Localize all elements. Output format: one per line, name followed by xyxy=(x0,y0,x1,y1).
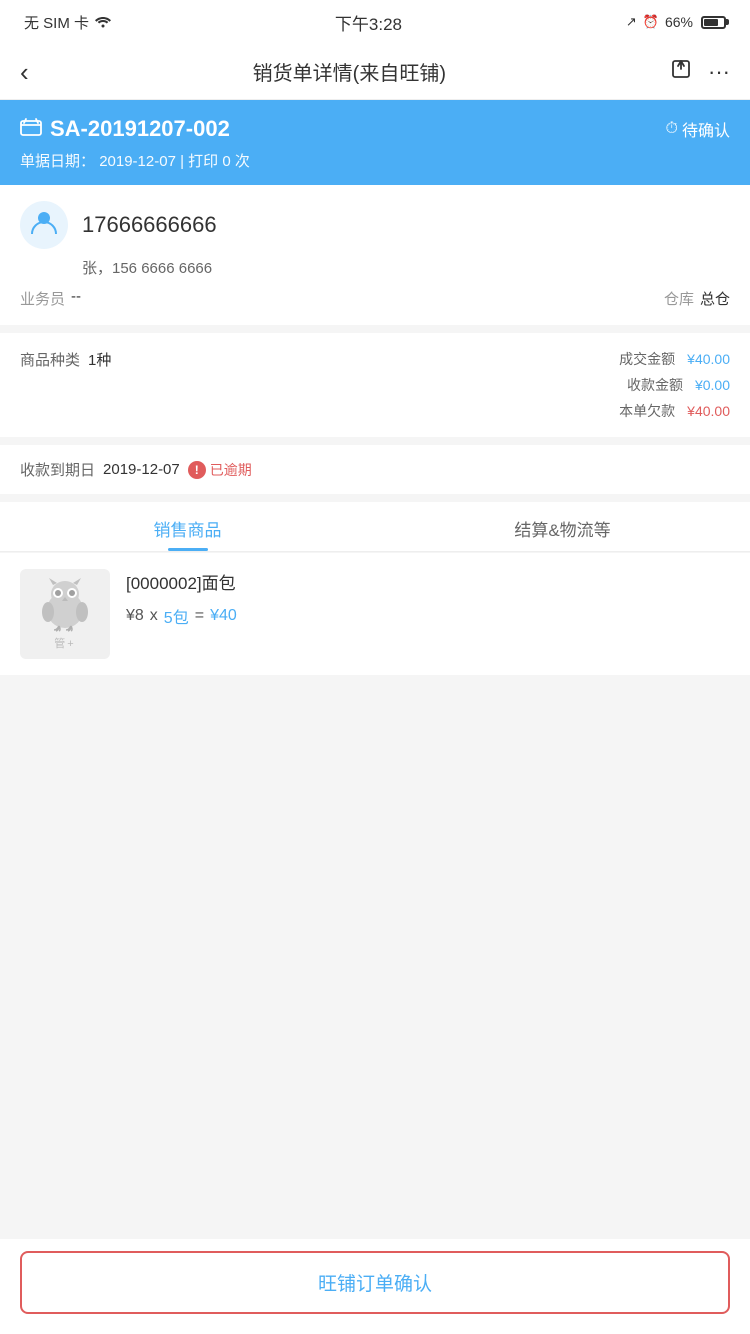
tab-settlement-logistics[interactable]: 结算&物流等 xyxy=(375,502,750,551)
salesperson-item: 业务员 -- xyxy=(20,288,81,309)
avatar xyxy=(20,201,68,249)
due-date-section: 收款到期日 2019-12-07 ! 已逾期 xyxy=(0,445,750,494)
product-price-row: ¥8 x 5包 = ¥40 xyxy=(126,604,730,628)
receipt-amount-label: 收款金额 xyxy=(627,375,683,395)
order-header: SA-20191207-002 ⏱ 待确认 单据日期： 2019-12-07 |… xyxy=(0,100,750,185)
salesperson-value: -- xyxy=(71,288,81,309)
customer-name: 张，156 6666 6666 xyxy=(82,257,730,278)
tab-sales-products[interactable]: 销售商品 xyxy=(0,502,375,551)
due-date-value: 2019-12-07 xyxy=(103,461,180,478)
date-value: 2019-12-07 xyxy=(99,153,176,170)
salesperson-label: 业务员 xyxy=(20,288,65,309)
status-time: 下午3:28 xyxy=(335,10,402,35)
product-item: 管+ [0000002]面包 ¥8 x 5包 = ¥40 xyxy=(0,553,750,675)
receipt-amount-row: 收款金额 ¥0.00 xyxy=(627,375,730,395)
warehouse-value: 总仓 xyxy=(700,288,730,309)
deal-amount-label: 成交金额 xyxy=(619,349,675,369)
product-list: 管+ [0000002]面包 ¥8 x 5包 = ¥40 xyxy=(0,553,750,675)
date-label: 单据日期： xyxy=(20,153,95,170)
deal-amount-row: 成交金额 ¥40.00 xyxy=(619,349,730,369)
owl-logo-icon xyxy=(35,578,95,633)
alarm-icon: ⏰ xyxy=(643,14,659,30)
battery-text: 66% xyxy=(665,14,693,30)
customer-section: 17666666666 张，156 6666 6666 业务员 -- 仓库 总仓 xyxy=(0,185,750,325)
equals-sign: = xyxy=(195,607,204,625)
page-title: 销货单详情(来自旺铺) xyxy=(253,57,446,86)
more-icon[interactable]: ··· xyxy=(708,59,730,85)
print-info: | 打印 0 次 xyxy=(180,153,250,170)
clock-icon: ⏱ xyxy=(666,120,678,138)
overdue-icon: ! xyxy=(188,461,206,479)
debt-label: 本单欠款 xyxy=(619,401,675,421)
category-value: 1种 xyxy=(88,349,111,370)
product-name: [0000002]面包 xyxy=(126,569,730,594)
product-price: ¥8 xyxy=(126,607,144,625)
status-text: 待确认 xyxy=(682,117,730,141)
deal-amount-value: ¥40.00 xyxy=(687,351,730,367)
product-image: 管+ xyxy=(20,569,110,659)
bottom-area xyxy=(0,675,750,905)
multiply-sign: x xyxy=(150,607,158,625)
confirm-order-button[interactable]: 旺铺订单确认 xyxy=(20,1251,730,1314)
back-button[interactable]: ‹ xyxy=(20,59,29,85)
location-icon: ↗ xyxy=(626,14,637,30)
order-status: ⏱ 待确认 xyxy=(666,117,731,141)
carrier-text: 无 SIM 卡 xyxy=(24,12,89,33)
product-info: [0000002]面包 ¥8 x 5包 = ¥40 xyxy=(126,569,730,628)
summary-left: 商品种类 1种 xyxy=(20,349,111,370)
nav-actions: ··· xyxy=(670,58,730,86)
debt-row: 本单欠款 ¥40.00 xyxy=(619,401,730,421)
category-label: 商品种类 xyxy=(20,349,80,370)
product-qty: 5包 xyxy=(164,604,189,628)
summary-right: 成交金额 ¥40.00 收款金额 ¥0.00 本单欠款 ¥40.00 xyxy=(619,349,730,421)
warehouse-item: 仓库 总仓 xyxy=(664,288,730,309)
status-carrier: 无 SIM 卡 xyxy=(24,12,111,33)
product-total: ¥40 xyxy=(210,607,237,625)
confirm-btn-container: 旺铺订单确认 xyxy=(0,1239,750,1334)
order-icon xyxy=(20,116,42,142)
nav-bar: ‹ 销货单详情(来自旺铺) ··· xyxy=(0,44,750,100)
customer-meta: 业务员 -- 仓库 总仓 xyxy=(20,288,730,309)
summary-section: 商品种类 1种 成交金额 ¥40.00 收款金额 ¥0.00 本单欠款 ¥40.… xyxy=(0,333,750,437)
avatar-icon xyxy=(30,208,58,243)
customer-phone: 17666666666 xyxy=(82,212,217,238)
due-date-label: 收款到期日 xyxy=(20,459,95,480)
status-right: ↗ ⏰ 66% xyxy=(626,14,726,30)
warehouse-label: 仓库 xyxy=(664,288,694,309)
wifi-icon xyxy=(95,16,111,28)
debt-value: ¥40.00 xyxy=(687,403,730,419)
status-bar: 无 SIM 卡 下午3:28 ↗ ⏰ 66% xyxy=(0,0,750,44)
customer-row: 17666666666 xyxy=(20,201,730,249)
order-id-text: SA-20191207-002 xyxy=(50,116,230,142)
receipt-amount-value: ¥0.00 xyxy=(695,377,730,393)
tab-bar: 销售商品 结算&物流等 xyxy=(0,502,750,552)
overdue-text: 已逾期 xyxy=(210,460,252,480)
order-date: 单据日期： 2019-12-07 | 打印 0 次 xyxy=(20,150,730,171)
overdue-badge: ! 已逾期 xyxy=(188,460,252,480)
battery-icon xyxy=(701,16,726,29)
order-id: SA-20191207-002 xyxy=(20,116,230,142)
share-icon[interactable] xyxy=(670,58,692,86)
